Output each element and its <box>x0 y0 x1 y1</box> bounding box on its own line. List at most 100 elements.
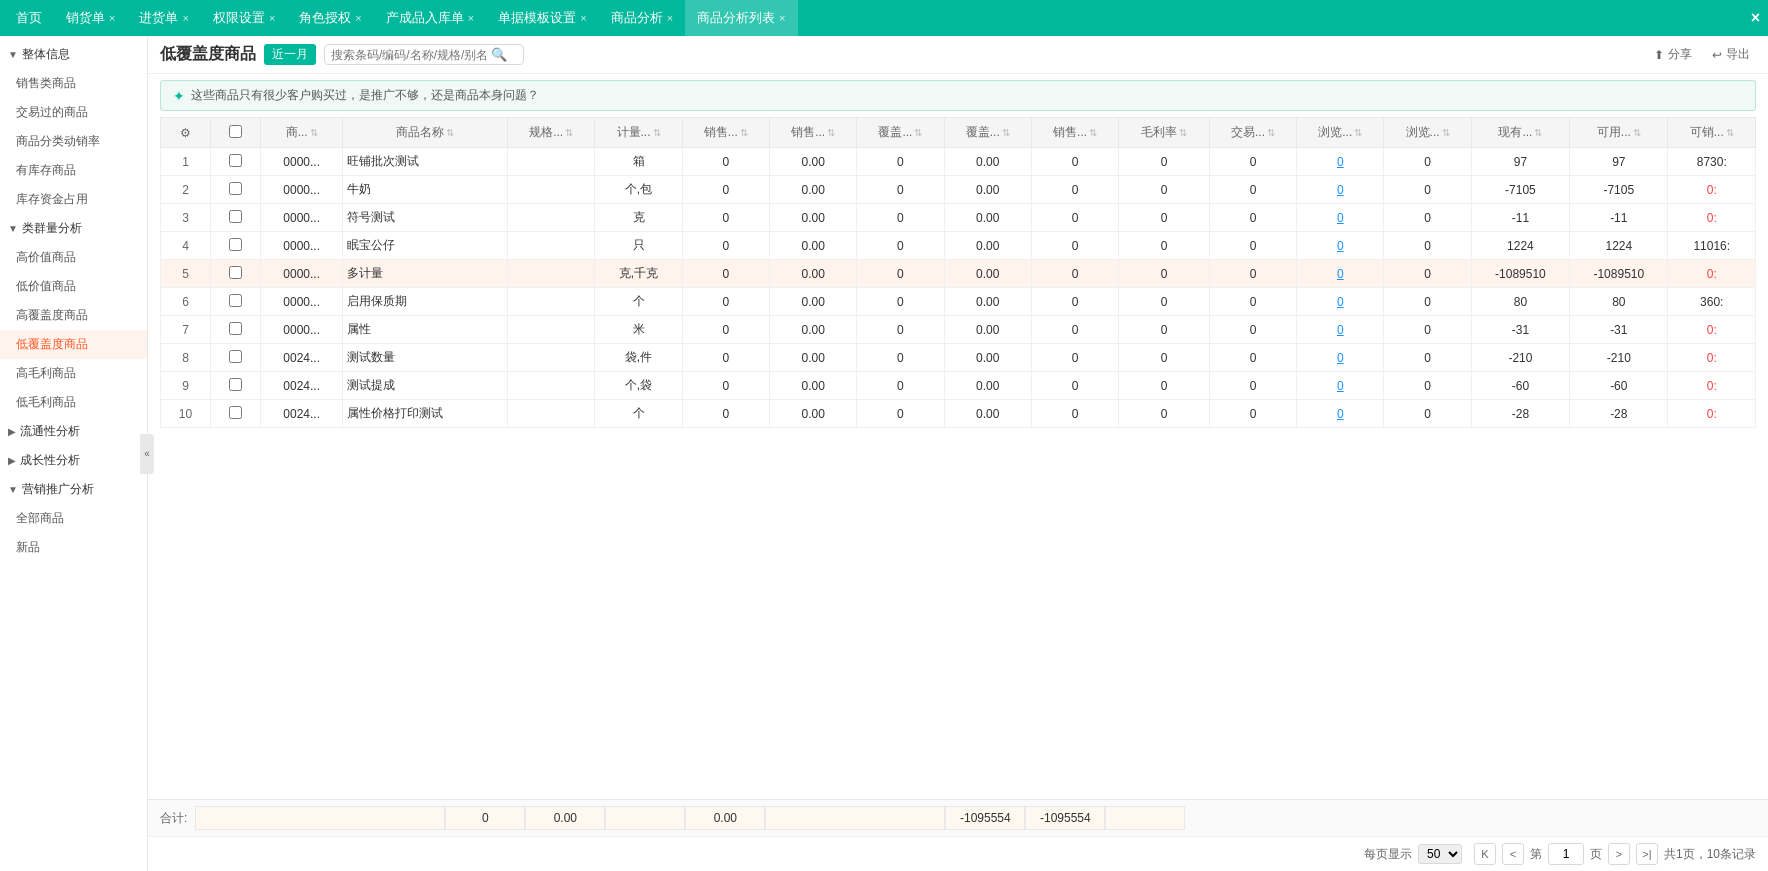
cover1-col-header[interactable]: 覆盖...⇅ <box>857 118 944 148</box>
sidebar-item-low-value[interactable]: 低价值商品 <box>0 272 147 301</box>
sidebar-group-overview[interactable]: ▼ 整体信息 <box>0 40 147 69</box>
unit-col-header[interactable]: 计量...⇅ <box>595 118 682 148</box>
row-select-checkbox[interactable] <box>229 350 242 363</box>
export-button[interactable]: ↩ 导出 <box>1706 44 1756 65</box>
close-icon[interactable]: × <box>355 12 361 24</box>
row-select-checkbox[interactable] <box>229 182 242 195</box>
prev-page-button[interactable]: < <box>1502 843 1524 865</box>
next-page-button[interactable]: > <box>1608 843 1630 865</box>
row-browse1[interactable]: 0 <box>1297 260 1384 288</box>
cover2-col-header[interactable]: 覆盖...⇅ <box>944 118 1031 148</box>
row-select-checkbox[interactable] <box>229 378 242 391</box>
row-select-checkbox[interactable] <box>229 406 242 419</box>
sidebar-group-circulation[interactable]: ▶ 流通性分析 <box>0 417 147 446</box>
spec-col-header[interactable]: 规格...⇅ <box>508 118 595 148</box>
current-col-header[interactable]: 现有...⇅ <box>1471 118 1569 148</box>
sidebar-item-high-coverage[interactable]: 高覆盖度商品 <box>0 301 147 330</box>
browse1-col-header[interactable]: 浏览...⇅ <box>1297 118 1384 148</box>
close-icon[interactable]: × <box>580 12 586 24</box>
row-select-checkbox[interactable] <box>229 154 242 167</box>
row-checkbox[interactable] <box>211 176 261 204</box>
row-browse1[interactable]: 0 <box>1297 344 1384 372</box>
page-size-select[interactable]: 50 <box>1418 844 1462 864</box>
sidebar-group-cluster[interactable]: ▼ 类群量分析 <box>0 214 147 243</box>
row-browse1[interactable]: 0 <box>1297 204 1384 232</box>
nav-tab-analysis[interactable]: 商品分析 × <box>599 0 685 36</box>
row-cover1: 0 <box>857 176 944 204</box>
settings-icon[interactable]: ⚙ <box>180 126 191 140</box>
close-icon[interactable]: × <box>182 12 188 24</box>
checkbox-col-header[interactable] <box>211 118 261 148</box>
sidebar-item-low-margin[interactable]: 低毛利商品 <box>0 388 147 417</box>
row-browse1[interactable]: 0 <box>1297 288 1384 316</box>
sidebar-item-stocked-goods[interactable]: 有库存商品 <box>0 156 147 185</box>
sidebar-item-high-margin[interactable]: 高毛利商品 <box>0 359 147 388</box>
row-browse1[interactable]: 0 <box>1297 148 1384 176</box>
row-checkbox[interactable] <box>211 260 261 288</box>
row-checkbox[interactable] <box>211 232 261 260</box>
settings-col-header[interactable]: ⚙ <box>161 118 211 148</box>
row-select-checkbox[interactable] <box>229 266 242 279</box>
row-checkbox[interactable] <box>211 148 261 176</box>
sidebar-item-all-goods[interactable]: 全部商品 <box>0 504 147 533</box>
sidebar-item-sales-goods[interactable]: 销售类商品 <box>0 69 147 98</box>
period-button[interactable]: 近一月 <box>264 44 316 65</box>
nav-tab-purchase[interactable]: 进货单 × <box>127 0 200 36</box>
trade-col-header[interactable]: 交易...⇅ <box>1209 118 1296 148</box>
row-code: 0024... <box>261 372 343 400</box>
select-all-checkbox[interactable] <box>229 125 242 138</box>
sidebar-collapse-button[interactable]: « <box>140 434 154 474</box>
row-checkbox[interactable] <box>211 400 261 428</box>
browse2-col-header[interactable]: 浏览...⇅ <box>1384 118 1471 148</box>
close-icon[interactable]: × <box>109 12 115 24</box>
close-all-button[interactable]: × <box>1751 9 1760 27</box>
nav-tab-templates[interactable]: 单据模板设置 × <box>486 0 598 36</box>
row-browse1[interactable]: 0 <box>1297 400 1384 428</box>
sidebar-item-traded-goods[interactable]: 交易过的商品 <box>0 98 147 127</box>
sidebar-item-new-goods[interactable]: 新品 <box>0 533 147 562</box>
row-select-checkbox[interactable] <box>229 210 242 223</box>
page-number-input[interactable] <box>1548 843 1584 865</box>
row-select-checkbox[interactable] <box>229 238 242 251</box>
row-select-checkbox[interactable] <box>229 322 242 335</box>
row-browse1[interactable]: 0 <box>1297 316 1384 344</box>
search-input[interactable] <box>331 48 491 62</box>
sales-amt-col-header[interactable]: 销售...⇅ <box>769 118 856 148</box>
sidebar-group-growth[interactable]: ▶ 成长性分析 <box>0 446 147 475</box>
first-page-button[interactable]: K <box>1474 843 1496 865</box>
last-page-button[interactable]: >| <box>1636 843 1658 865</box>
sidebar-item-stock-fund[interactable]: 库存资金占用 <box>0 185 147 214</box>
row-browse1[interactable]: 0 <box>1297 372 1384 400</box>
sales3-col-header[interactable]: 销售...⇅ <box>1031 118 1118 148</box>
sidebar-item-high-value[interactable]: 高价值商品 <box>0 243 147 272</box>
row-browse1[interactable]: 0 <box>1297 232 1384 260</box>
sidebar-item-category-sales[interactable]: 商品分类动销率 <box>0 127 147 156</box>
gross-margin-col-header[interactable]: 毛利率⇅ <box>1119 118 1210 148</box>
share-button[interactable]: ⬆ 分享 <box>1648 44 1698 65</box>
nav-tab-sales[interactable]: 销货单 × <box>54 0 127 36</box>
saleable-col-header[interactable]: 可销...⇅ <box>1668 118 1756 148</box>
code-col-header[interactable]: 商...⇅ <box>261 118 343 148</box>
row-select-checkbox[interactable] <box>229 294 242 307</box>
close-icon[interactable]: × <box>779 12 785 24</box>
row-checkbox[interactable] <box>211 316 261 344</box>
row-checkbox[interactable] <box>211 204 261 232</box>
row-checkbox[interactable] <box>211 372 261 400</box>
nav-tab-home[interactable]: 首页 <box>4 0 54 36</box>
nav-tab-analysis-list[interactable]: 商品分析列表 × <box>685 0 797 36</box>
nav-tab-warehouse[interactable]: 产成品入库单 × <box>374 0 486 36</box>
close-icon[interactable]: × <box>468 12 474 24</box>
name-col-header[interactable]: 商品名称⇅ <box>343 118 508 148</box>
nav-tab-roles[interactable]: 角色授权 × <box>287 0 373 36</box>
search-icon[interactable]: 🔍 <box>491 47 507 62</box>
sidebar-group-marketing[interactable]: ▼ 营销推广分析 <box>0 475 147 504</box>
nav-tab-perms[interactable]: 权限设置 × <box>201 0 287 36</box>
sidebar-item-low-coverage[interactable]: 低覆盖度商品 <box>0 330 147 359</box>
row-browse1[interactable]: 0 <box>1297 176 1384 204</box>
close-icon[interactable]: × <box>269 12 275 24</box>
sales-qty-col-header[interactable]: 销售...⇅ <box>682 118 769 148</box>
row-checkbox[interactable] <box>211 344 261 372</box>
close-icon[interactable]: × <box>667 12 673 24</box>
available-col-header[interactable]: 可用...⇅ <box>1570 118 1668 148</box>
row-checkbox[interactable] <box>211 288 261 316</box>
